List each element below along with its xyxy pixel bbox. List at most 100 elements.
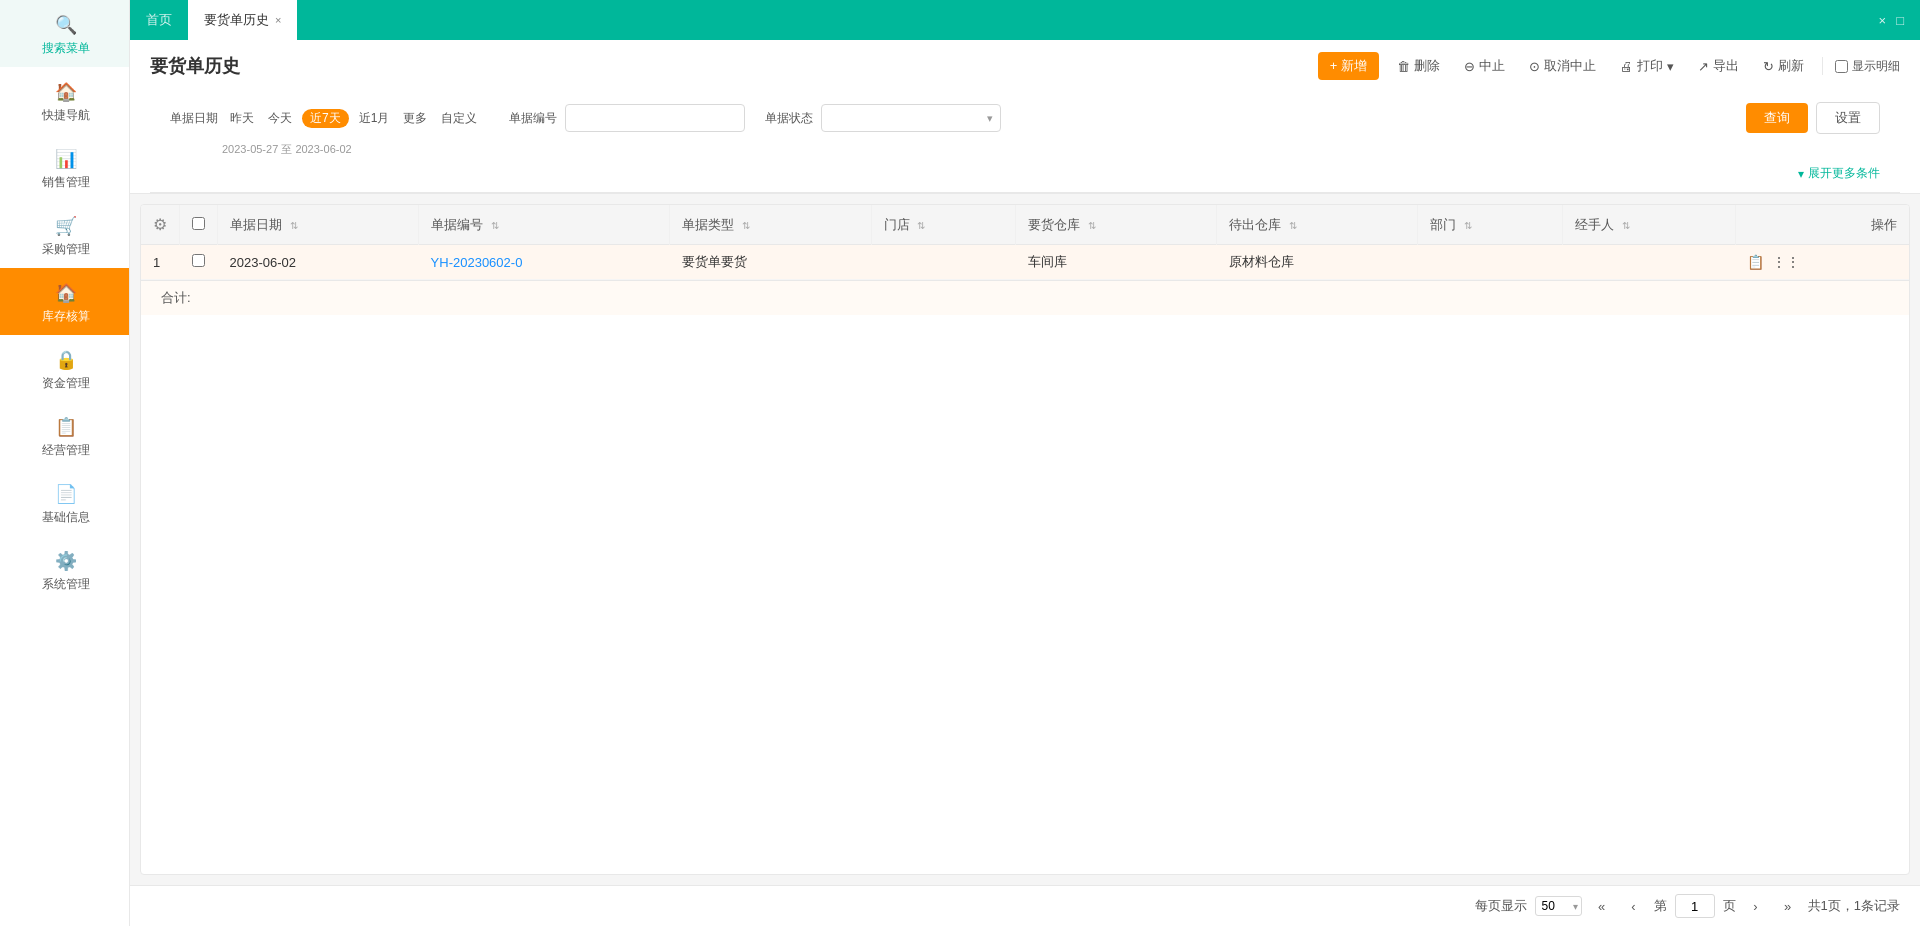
base-info-icon: 📄 — [55, 483, 77, 505]
query-button[interactable]: 查询 — [1746, 103, 1808, 133]
per-page-select-wrapper: 20 50 100 200 — [1535, 896, 1582, 916]
col-handler: 经手人 ⇅ — [1562, 205, 1735, 245]
sidebar-item-label: 销售管理 — [42, 174, 90, 191]
sidebar-item-system[interactable]: ⚙️ 系统管理 — [0, 536, 129, 603]
sidebar-item-operations[interactable]: 📋 经营管理 — [0, 402, 129, 469]
display-detail-checkbox[interactable] — [1835, 60, 1848, 73]
print-button[interactable]: 🖨 打印 ▾ — [1614, 53, 1680, 79]
tab-home[interactable]: 首页 — [130, 0, 188, 40]
sidebar: 🔍 搜索菜单 🏠 快捷导航 📊 销售管理 🛒 采购管理 🏠 库存核算 🔒 资金管… — [0, 0, 130, 926]
row-handler — [1562, 245, 1735, 280]
sidebar-item-base-info[interactable]: 📄 基础信息 — [0, 469, 129, 536]
col-handler-sort-icon[interactable]: ⇅ — [1622, 220, 1630, 231]
sidebar-item-sales[interactable]: 📊 销售管理 — [0, 134, 129, 201]
col-department-sort-icon[interactable]: ⇅ — [1464, 220, 1472, 231]
stop-button-label: 中止 — [1479, 57, 1505, 75]
window-close-button[interactable]: × — [1879, 13, 1887, 28]
last-page-button[interactable]: » — [1776, 894, 1800, 918]
column-settings-icon[interactable]: ⚙ — [153, 216, 167, 233]
pagination-bar: 每页显示 20 50 100 200 « ‹ 第 页 › » 共1页，1条记录 — [130, 885, 1920, 926]
sidebar-item-label: 经营管理 — [42, 442, 90, 459]
col-pending-warehouse-sort-icon[interactable]: ⇅ — [1289, 220, 1297, 231]
row-more-icon[interactable]: ⋮⋮ — [1772, 254, 1800, 270]
col-store-sort-icon[interactable]: ⇅ — [917, 220, 925, 231]
sidebar-item-inventory[interactable]: 🏠 库存核算 — [0, 268, 129, 335]
table-row: 1 2023-06-02 YH-20230602-0 要货单要货 车间库 原材料… — [141, 245, 1909, 280]
sidebar-item-purchase[interactable]: 🛒 采购管理 — [0, 201, 129, 268]
expand-row: ▾ 展开更多条件 — [170, 165, 1880, 182]
settings-button[interactable]: 设置 — [1816, 102, 1880, 134]
page-header: 要货单历史 + 新增 🗑 删除 ⊖ 中止 ⊙ 取消中止 — [130, 40, 1920, 194]
refresh-button[interactable]: ↻ 刷新 — [1757, 53, 1810, 79]
content-area: 要货单历史 + 新增 🗑 删除 ⊖ 中止 ⊙ 取消中止 — [130, 40, 1920, 926]
col-actions-label: 操作 — [1871, 217, 1897, 232]
tab-home-label: 首页 — [146, 11, 172, 29]
page-title: 要货单历史 — [150, 54, 240, 78]
page-number-input[interactable] — [1675, 894, 1715, 918]
display-detail-toggle[interactable]: 显示明细 — [1835, 58, 1900, 75]
status-label: 单据状态 — [765, 110, 813, 127]
row-actions-cell: 📋 ⋮⋮ — [1735, 245, 1909, 280]
row-order-no: YH-20230602-0 — [419, 245, 670, 280]
new-button-label: + 新增 — [1330, 57, 1367, 75]
tab-requisition-history[interactable]: 要货单历史 × — [188, 0, 297, 40]
filter-action-group: 查询 设置 — [1746, 102, 1880, 134]
first-page-button[interactable]: « — [1590, 894, 1614, 918]
per-page-select[interactable]: 20 50 100 200 — [1535, 896, 1582, 916]
window-maximize-button[interactable]: □ — [1896, 13, 1904, 28]
col-department: 部门 ⇅ — [1418, 205, 1563, 245]
system-icon: ⚙️ — [55, 550, 77, 572]
col-order-no-label: 单据编号 — [431, 217, 483, 232]
col-order-type-sort-icon[interactable]: ⇅ — [742, 220, 750, 231]
stop-button[interactable]: ⊖ 中止 — [1458, 53, 1511, 79]
main-container: 首页 要货单历史 × × □ 要货单历史 + 新增 🗑 删除 — [130, 0, 1920, 926]
export-button[interactable]: ↗ 导出 — [1692, 53, 1745, 79]
status-select[interactable] — [821, 104, 1001, 132]
date-today[interactable]: 今天 — [264, 109, 296, 128]
tab-close-icon[interactable]: × — [275, 14, 281, 26]
date-last-month[interactable]: 近1月 — [355, 109, 394, 128]
date-yesterday[interactable]: 昨天 — [226, 109, 258, 128]
date-last7days[interactable]: 近7天 — [302, 109, 349, 128]
purchase-icon: 🛒 — [55, 215, 77, 237]
search-menu-icon: 🔍 — [55, 14, 77, 36]
row-edit-icon[interactable]: 📋 — [1747, 254, 1764, 270]
sidebar-item-search-menu[interactable]: 🔍 搜索菜单 — [0, 0, 129, 67]
inventory-icon: 🏠 — [55, 282, 77, 304]
row-checkbox[interactable] — [192, 254, 205, 267]
cancel-stop-button[interactable]: ⊙ 取消中止 — [1523, 53, 1602, 79]
col-department-label: 部门 — [1430, 217, 1456, 232]
row-department — [1418, 245, 1563, 280]
sales-icon: 📊 — [55, 148, 77, 170]
prev-page-button[interactable]: ‹ — [1622, 894, 1646, 918]
select-all-checkbox[interactable] — [192, 217, 205, 230]
page-title-row: 要货单历史 + 新增 🗑 删除 ⊖ 中止 ⊙ 取消中止 — [150, 52, 1900, 80]
data-table: ⚙ 单据日期 ⇅ 单据编号 ⇅ — [141, 205, 1909, 280]
col-order-no-sort-icon[interactable]: ⇅ — [491, 220, 499, 231]
table-container: ⚙ 单据日期 ⇅ 单据编号 ⇅ — [140, 204, 1910, 875]
col-date-sort-icon[interactable]: ⇅ — [290, 220, 298, 231]
export-icon: ↗ — [1698, 59, 1709, 74]
order-number-input[interactable] — [565, 104, 745, 132]
filter-row-main: 单据日期 昨天 今天 近7天 近1月 更多 自定义 单据编号 — [170, 102, 1880, 134]
order-number-label: 单据编号 — [509, 110, 557, 127]
new-button[interactable]: + 新增 — [1318, 52, 1379, 80]
row-order-no-link[interactable]: YH-20230602-0 — [431, 255, 523, 270]
date-range-display: 2023-05-27 至 2023-06-02 — [222, 142, 352, 157]
date-more[interactable]: 更多 — [399, 109, 431, 128]
sidebar-item-quick-nav[interactable]: 🏠 快捷导航 — [0, 67, 129, 134]
date-custom[interactable]: 自定义 — [437, 109, 481, 128]
col-pending-warehouse: 待出仓库 ⇅ — [1217, 205, 1418, 245]
delete-button[interactable]: 🗑 删除 — [1391, 53, 1446, 79]
toolbar-separator — [1822, 57, 1823, 75]
sidebar-item-label: 系统管理 — [42, 576, 90, 593]
sidebar-item-label: 资金管理 — [42, 375, 90, 392]
col-req-warehouse-sort-icon[interactable]: ⇅ — [1088, 220, 1096, 231]
next-page-button[interactable]: › — [1744, 894, 1768, 918]
row-store — [871, 245, 1016, 280]
expand-more-button[interactable]: ▾ 展开更多条件 — [1798, 165, 1880, 182]
sidebar-item-finance[interactable]: 🔒 资金管理 — [0, 335, 129, 402]
finance-icon: 🔒 — [55, 349, 77, 371]
row-num: 1 — [141, 245, 180, 280]
delete-icon: 🗑 — [1397, 59, 1410, 74]
